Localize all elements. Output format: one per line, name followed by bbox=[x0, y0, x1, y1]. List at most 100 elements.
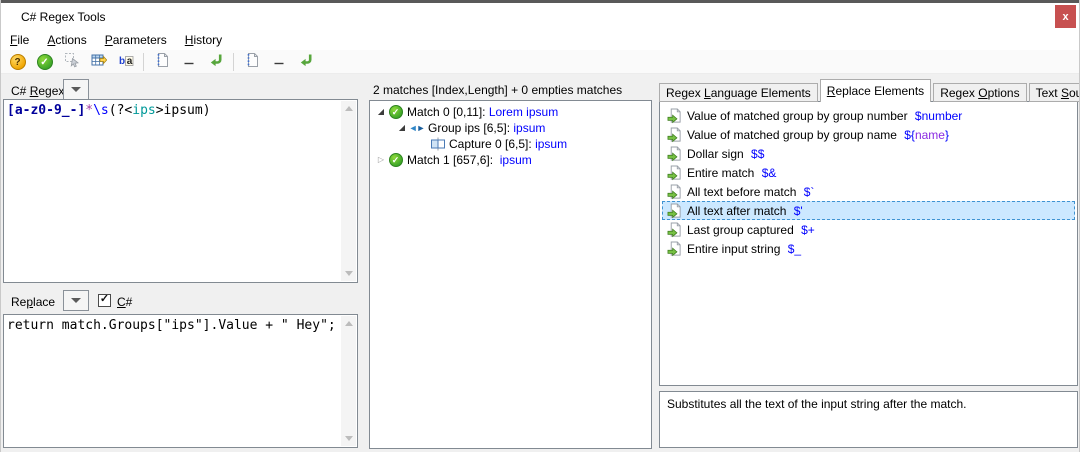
replace-element-label: All text before match bbox=[687, 184, 800, 199]
replace-element-code: $` bbox=[803, 184, 815, 199]
replace-element-item[interactable]: All text before match $` bbox=[662, 182, 1075, 201]
replace-element-code: ${name} bbox=[904, 127, 949, 142]
replace-element-code: $+ bbox=[801, 222, 815, 237]
replace-element-code: $' bbox=[793, 203, 803, 218]
replace-element-code: $$ bbox=[751, 146, 765, 161]
scroll-up-icon[interactable] bbox=[345, 321, 353, 326]
close-icon: x bbox=[1062, 10, 1069, 23]
replace-element-icon bbox=[667, 203, 683, 219]
matches-tree: ◢ ✓ Match 0 [0,11]: Lorem ipsum ◢ ◄► Gro… bbox=[369, 100, 652, 449]
tree-row[interactable]: ▷ ✓ Match 1 [657,6]: ipsum bbox=[370, 152, 651, 168]
space-button[interactable] bbox=[266, 51, 291, 73]
replace-scrollbar[interactable] bbox=[341, 316, 356, 446]
regex-scrollbar[interactable] bbox=[341, 101, 356, 281]
menu-actions[interactable]: Actions bbox=[38, 30, 95, 49]
scroll-down-icon[interactable] bbox=[345, 436, 353, 441]
document-button[interactable] bbox=[149, 51, 174, 73]
csharp-checkbox[interactable]: ✓ bbox=[98, 294, 111, 307]
replace-element-item[interactable]: Value of matched group by group number $… bbox=[662, 106, 1075, 125]
regex-history-dropdown-button[interactable] bbox=[63, 79, 89, 100]
toolbar: ? ✓ b a bbox=[1, 50, 1079, 74]
titlebar[interactable]: C# Regex Tools x bbox=[1, 3, 1079, 30]
pointer-select-icon bbox=[64, 52, 80, 71]
replace-element-item[interactable]: Entire match $& bbox=[662, 163, 1075, 182]
element-description-box: Substitutes all the text of the input st… bbox=[659, 391, 1078, 448]
tree-expander-expanded[interactable]: ◢ bbox=[375, 108, 387, 116]
matches-summary: 2 matches [Index,Length] + 0 empties mat… bbox=[373, 83, 623, 97]
replace-element-label: Last group captured bbox=[687, 222, 798, 237]
tree-row[interactable]: ◢ ✓ Match 0 [0,11]: Lorem ipsum bbox=[370, 104, 651, 120]
replace-element-icon bbox=[667, 222, 683, 238]
validate-check-icon: ✓ bbox=[36, 53, 53, 71]
space-icon bbox=[181, 52, 197, 71]
replace-element-code: $_ bbox=[787, 241, 802, 256]
document-button[interactable] bbox=[239, 51, 264, 73]
close-button[interactable]: x bbox=[1055, 5, 1076, 28]
replace-element-label: Value of matched group by group name bbox=[687, 127, 901, 142]
tree-node-value: ipsum bbox=[496, 153, 532, 167]
toolbar-separator bbox=[233, 52, 234, 71]
return-arrow-button[interactable] bbox=[293, 51, 318, 73]
check-icon: ✓ bbox=[99, 293, 110, 305]
menu-history[interactable]: History bbox=[176, 30, 231, 49]
rename-ab-button[interactable]: ba bbox=[113, 51, 138, 73]
table-export-button[interactable] bbox=[86, 51, 111, 73]
replace-elements-list: Value of matched group by group number $… bbox=[659, 101, 1078, 386]
replace-element-icon bbox=[667, 165, 683, 181]
help-button[interactable]: ? bbox=[5, 51, 30, 73]
scroll-up-icon[interactable] bbox=[345, 106, 353, 111]
menu-parameters[interactable]: Parameters bbox=[96, 30, 176, 49]
svg-text:a: a bbox=[126, 56, 132, 67]
space-button[interactable] bbox=[176, 51, 201, 73]
menu-file[interactable]: File bbox=[1, 30, 38, 49]
replace-element-item[interactable]: Dollar sign $$ bbox=[662, 144, 1075, 163]
svg-text:b: b bbox=[119, 56, 125, 67]
scroll-down-icon[interactable] bbox=[345, 271, 353, 276]
replace-history-dropdown-button[interactable] bbox=[63, 290, 89, 311]
tab-regex-language-elements[interactable]: Regex Language Elements bbox=[659, 83, 818, 102]
tree-row[interactable]: ◢ ◄► Group ips [6,5]: ipsum bbox=[370, 120, 651, 136]
pointer-select-button[interactable] bbox=[59, 51, 84, 73]
replace-code-text: return match.Groups["ips"].Value + " Hey… bbox=[7, 318, 336, 333]
replace-element-item[interactable]: Last group captured $+ bbox=[662, 220, 1075, 239]
replace-element-icon bbox=[667, 146, 683, 162]
document-icon bbox=[154, 52, 170, 71]
return-arrow-icon bbox=[298, 52, 314, 71]
toolbar-separator bbox=[143, 52, 144, 71]
replace-element-icon bbox=[667, 127, 683, 143]
tree-node-label: Match 0 [0,11]: bbox=[407, 105, 489, 119]
capture-icon bbox=[429, 137, 446, 151]
validate-check-button[interactable]: ✓ bbox=[32, 51, 57, 73]
regex-label: C# Regex bbox=[11, 84, 65, 98]
tab-text-source[interactable]: Text Source bbox=[1028, 83, 1079, 102]
replace-element-item[interactable]: All text after match $' bbox=[662, 201, 1075, 220]
tree-expander-expanded[interactable]: ◢ bbox=[396, 124, 408, 132]
replace-element-item[interactable]: Value of matched group by group name ${n… bbox=[662, 125, 1075, 144]
regex-input[interactable]: [a-z0-9_-]*\s(?<ips>ipsum) bbox=[3, 99, 358, 283]
tree-row[interactable]: Capture 0 [6,5]: ipsum bbox=[370, 136, 651, 152]
replace-element-code: $number bbox=[914, 108, 963, 123]
tab-replace-elements[interactable]: Replace Elements bbox=[819, 79, 932, 102]
tab-regex-options[interactable]: Regex Options bbox=[933, 83, 1027, 102]
csharp-checkbox-label[interactable]: C# bbox=[117, 295, 132, 309]
help-icon: ? bbox=[9, 53, 26, 71]
replace-element-label: Entire input string bbox=[687, 241, 784, 256]
element-description: Substitutes all the text of the input st… bbox=[667, 397, 967, 411]
window-title: C# Regex Tools bbox=[21, 10, 106, 24]
replace-input[interactable]: return match.Groups["ips"].Value + " Hey… bbox=[3, 314, 358, 448]
tab-bar: Regex Language Elements Replace Elements R… bbox=[659, 79, 1079, 102]
chevron-down-icon bbox=[71, 298, 81, 303]
tree-node-value: ipsum bbox=[535, 137, 568, 151]
table-export-icon bbox=[91, 52, 107, 71]
match-check-icon: ✓ bbox=[387, 105, 404, 119]
replace-element-code: $& bbox=[761, 165, 777, 180]
tree-node-value: Lorem ipsum bbox=[488, 105, 559, 119]
replace-element-item[interactable]: Entire input string $_ bbox=[662, 239, 1075, 258]
tree-node-label: Capture 0 [6,5]: bbox=[449, 137, 536, 151]
replace-element-label: Dollar sign bbox=[687, 146, 748, 161]
replace-element-label: All text after match bbox=[687, 203, 790, 218]
group-brackets-icon: ◄► bbox=[408, 123, 426, 133]
replace-element-label: Value of matched group by group number bbox=[687, 108, 911, 123]
tree-expander-collapsed[interactable]: ▷ bbox=[375, 156, 387, 164]
return-arrow-button[interactable] bbox=[203, 51, 228, 73]
